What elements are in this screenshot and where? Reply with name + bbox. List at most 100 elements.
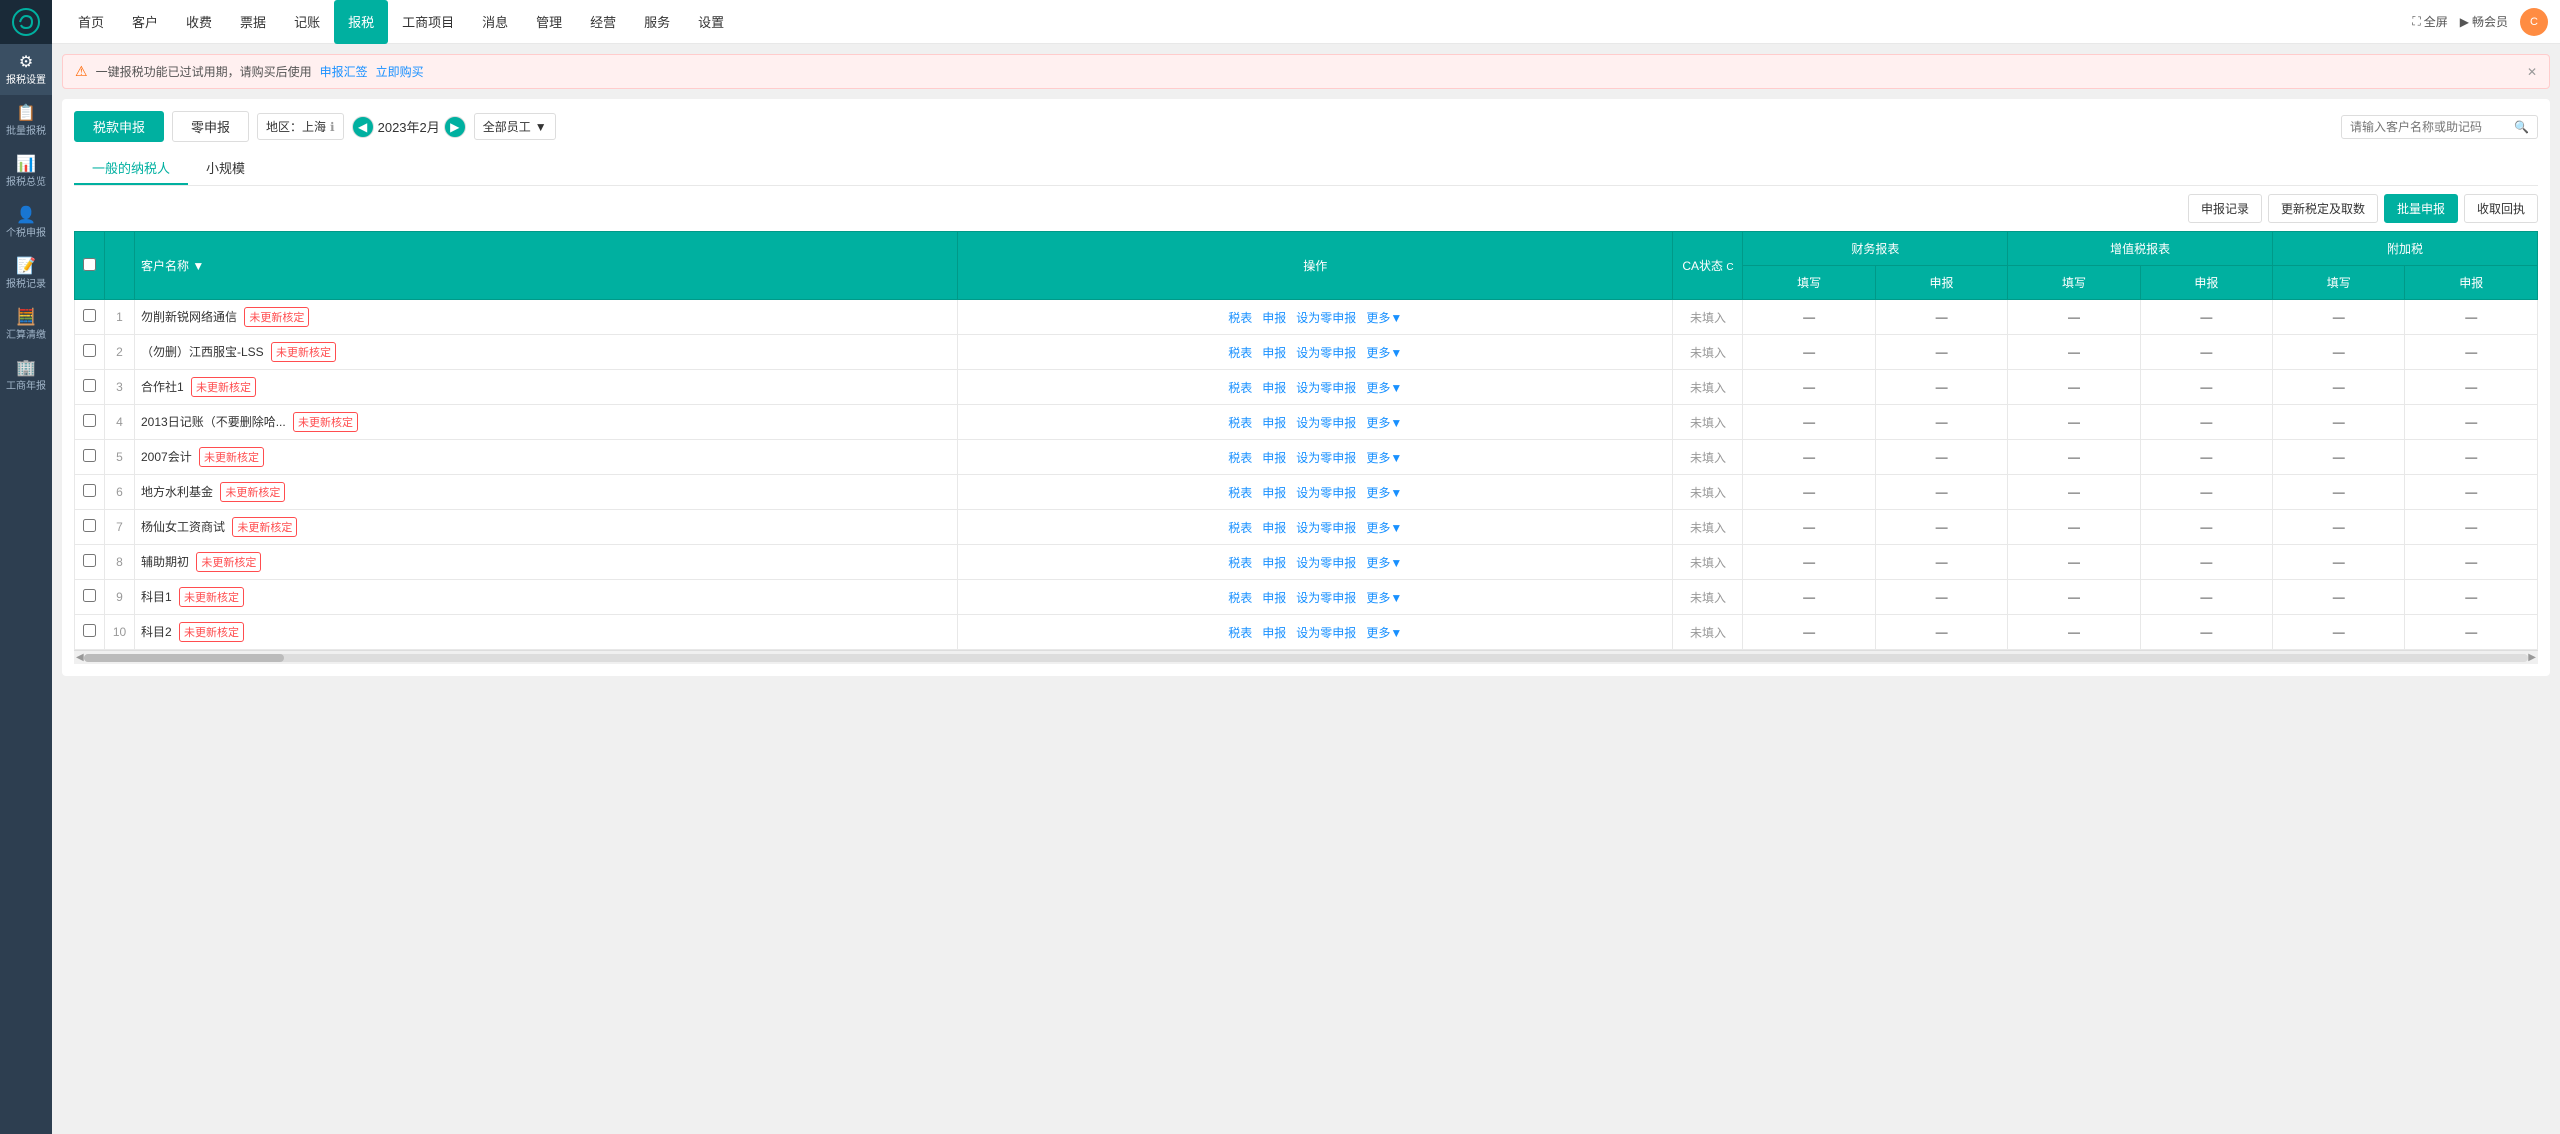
nav-management[interactable]: 管理 xyxy=(522,0,576,44)
op-declare[interactable]: 申报 xyxy=(1262,451,1286,465)
op-zero-declare[interactable]: 设为零申报 xyxy=(1296,451,1356,465)
row-operations: 税表 申报 设为零申报 更多▼ xyxy=(957,370,1672,405)
row-checkbox[interactable] xyxy=(75,405,105,440)
op-more[interactable]: 更多▼ xyxy=(1366,486,1402,500)
op-declare[interactable]: 申报 xyxy=(1262,521,1286,535)
nav-home[interactable]: 首页 xyxy=(64,0,118,44)
op-taxform[interactable]: 税表 xyxy=(1228,311,1252,325)
op-declare[interactable]: 申报 xyxy=(1262,591,1286,605)
nav-service[interactable]: 服务 xyxy=(630,0,684,44)
tab-lingshenba[interactable]: 零申报 xyxy=(172,111,249,142)
op-zero-declare[interactable]: 设为零申报 xyxy=(1296,346,1356,360)
op-more[interactable]: 更多▼ xyxy=(1366,416,1402,430)
op-zero-declare[interactable]: 设为零申报 xyxy=(1296,311,1356,325)
btn-shenbaojilu[interactable]: 申报记录 xyxy=(2188,194,2262,223)
op-zero-declare[interactable]: 设为零申报 xyxy=(1296,486,1356,500)
op-more[interactable]: 更多▼ xyxy=(1366,626,1402,640)
tab-shuikuanshenba[interactable]: 税款申报 xyxy=(74,111,164,142)
sub-tab-small[interactable]: 小规模 xyxy=(188,152,263,185)
sidebar-item-geshui[interactable]: 👤 个税申报 xyxy=(0,197,52,248)
sidebar-item-huisuanqingjiao[interactable]: 🧮 汇算清缴 xyxy=(0,299,52,350)
op-zero-declare[interactable]: 设为零申报 xyxy=(1296,626,1356,640)
member-button[interactable]: ▶ 畅会员 xyxy=(2460,13,2508,30)
fullscreen-button[interactable]: ⛶ 全屏 xyxy=(2412,13,2447,30)
date-prev-button[interactable]: ◀ xyxy=(352,116,374,138)
row-checkbox[interactable] xyxy=(75,300,105,335)
op-declare[interactable]: 申报 xyxy=(1262,381,1286,395)
op-taxform[interactable]: 税表 xyxy=(1228,591,1252,605)
notice-link-buynow[interactable]: 立即购买 xyxy=(376,63,424,80)
row-checkbox[interactable] xyxy=(75,335,105,370)
th-ca-status: CA状态 C xyxy=(1673,232,1743,300)
sidebar-item-baoshuijilu[interactable]: 📝 报税记录 xyxy=(0,248,52,299)
op-taxform[interactable]: 税表 xyxy=(1228,521,1252,535)
row-checkbox[interactable] xyxy=(75,545,105,580)
sort-icon[interactable]: ▼ xyxy=(192,259,204,273)
scroll-thumb[interactable] xyxy=(84,654,284,662)
btn-update[interactable]: 更新税定及取数 xyxy=(2268,194,2378,223)
nav-settings[interactable]: 设置 xyxy=(684,0,738,44)
sidebar-item-piliangshuibao[interactable]: 📋 批量报税 xyxy=(0,95,52,146)
op-declare[interactable]: 申报 xyxy=(1262,556,1286,570)
sidebar-item-gongshangnianbao[interactable]: 🏢 工商年报 xyxy=(0,350,52,401)
row-checkbox[interactable] xyxy=(75,370,105,405)
op-taxform[interactable]: 税表 xyxy=(1228,381,1252,395)
notice-link-shenbaohui[interactable]: 申报汇签 xyxy=(320,63,368,80)
warning-icon: ⚠ xyxy=(75,63,88,80)
op-declare[interactable]: 申报 xyxy=(1262,311,1286,325)
nav-bookkeeping[interactable]: 记账 xyxy=(280,0,334,44)
op-zero-declare[interactable]: 设为零申报 xyxy=(1296,591,1356,605)
select-all-checkbox[interactable] xyxy=(83,258,96,271)
op-zero-declare[interactable]: 设为零申报 xyxy=(1296,416,1356,430)
op-taxform[interactable]: 税表 xyxy=(1228,486,1252,500)
op-declare[interactable]: 申报 xyxy=(1262,416,1286,430)
row-finance-fill: — xyxy=(1743,475,1875,510)
scroll-right-arrow[interactable]: ▶ xyxy=(2528,652,2536,663)
op-taxform[interactable]: 税表 xyxy=(1228,556,1252,570)
nav-commerce[interactable]: 工商项目 xyxy=(388,0,468,44)
op-more[interactable]: 更多▼ xyxy=(1366,346,1402,360)
sidebar-item-baoshuishezhi[interactable]: ⚙ 报税设置 xyxy=(0,44,52,95)
op-more[interactable]: 更多▼ xyxy=(1366,311,1402,325)
row-checkbox[interactable] xyxy=(75,475,105,510)
row-checkbox[interactable] xyxy=(75,510,105,545)
sidebar-item-baoshuizonglan[interactable]: 📊 报税总览 xyxy=(0,146,52,197)
sub-tab-general[interactable]: 一般的纳税人 xyxy=(74,152,188,185)
op-taxform[interactable]: 税表 xyxy=(1228,346,1252,360)
op-declare[interactable]: 申报 xyxy=(1262,626,1286,640)
row-checkbox[interactable] xyxy=(75,615,105,650)
op-declare[interactable]: 申报 xyxy=(1262,486,1286,500)
op-taxform[interactable]: 税表 xyxy=(1228,626,1252,640)
op-zero-declare[interactable]: 设为零申报 xyxy=(1296,521,1356,535)
row-checkbox[interactable] xyxy=(75,580,105,615)
nav-message[interactable]: 消息 xyxy=(468,0,522,44)
staff-selector[interactable]: 全部员工 ▼ xyxy=(474,113,556,140)
op-zero-declare[interactable]: 设为零申报 xyxy=(1296,381,1356,395)
row-extra-declare: — xyxy=(2405,545,2538,580)
op-taxform[interactable]: 税表 xyxy=(1228,416,1252,430)
row-checkbox[interactable] xyxy=(75,440,105,475)
nav-invoice[interactable]: 票据 xyxy=(226,0,280,44)
nav-operations[interactable]: 经营 xyxy=(576,0,630,44)
op-more[interactable]: 更多▼ xyxy=(1366,451,1402,465)
nav-fee[interactable]: 收费 xyxy=(172,0,226,44)
op-declare[interactable]: 申报 xyxy=(1262,346,1286,360)
btn-piliangshenba[interactable]: 批量申报 xyxy=(2384,194,2458,223)
nav-tax[interactable]: 报税 xyxy=(334,0,388,44)
btn-shouqu[interactable]: 收取回执 xyxy=(2464,194,2538,223)
nav-customer[interactable]: 客户 xyxy=(118,0,172,44)
op-taxform[interactable]: 税表 xyxy=(1228,451,1252,465)
op-more[interactable]: 更多▼ xyxy=(1366,556,1402,570)
search-input[interactable] xyxy=(2350,120,2510,134)
op-more[interactable]: 更多▼ xyxy=(1366,521,1402,535)
date-next-button[interactable]: ▶ xyxy=(444,116,466,138)
op-more[interactable]: 更多▼ xyxy=(1366,381,1402,395)
notice-close-button[interactable]: ✕ xyxy=(2527,65,2537,79)
horizontal-scrollbar[interactable]: ◀ ▶ xyxy=(74,650,2538,664)
op-more[interactable]: 更多▼ xyxy=(1366,591,1402,605)
scroll-left-arrow[interactable]: ◀ xyxy=(76,652,84,663)
region-selector[interactable]: 地区：上海 ℹ xyxy=(257,113,344,140)
search-icon[interactable]: 🔍 xyxy=(2514,120,2529,134)
user-avatar[interactable]: C xyxy=(2520,8,2548,36)
op-zero-declare[interactable]: 设为零申报 xyxy=(1296,556,1356,570)
